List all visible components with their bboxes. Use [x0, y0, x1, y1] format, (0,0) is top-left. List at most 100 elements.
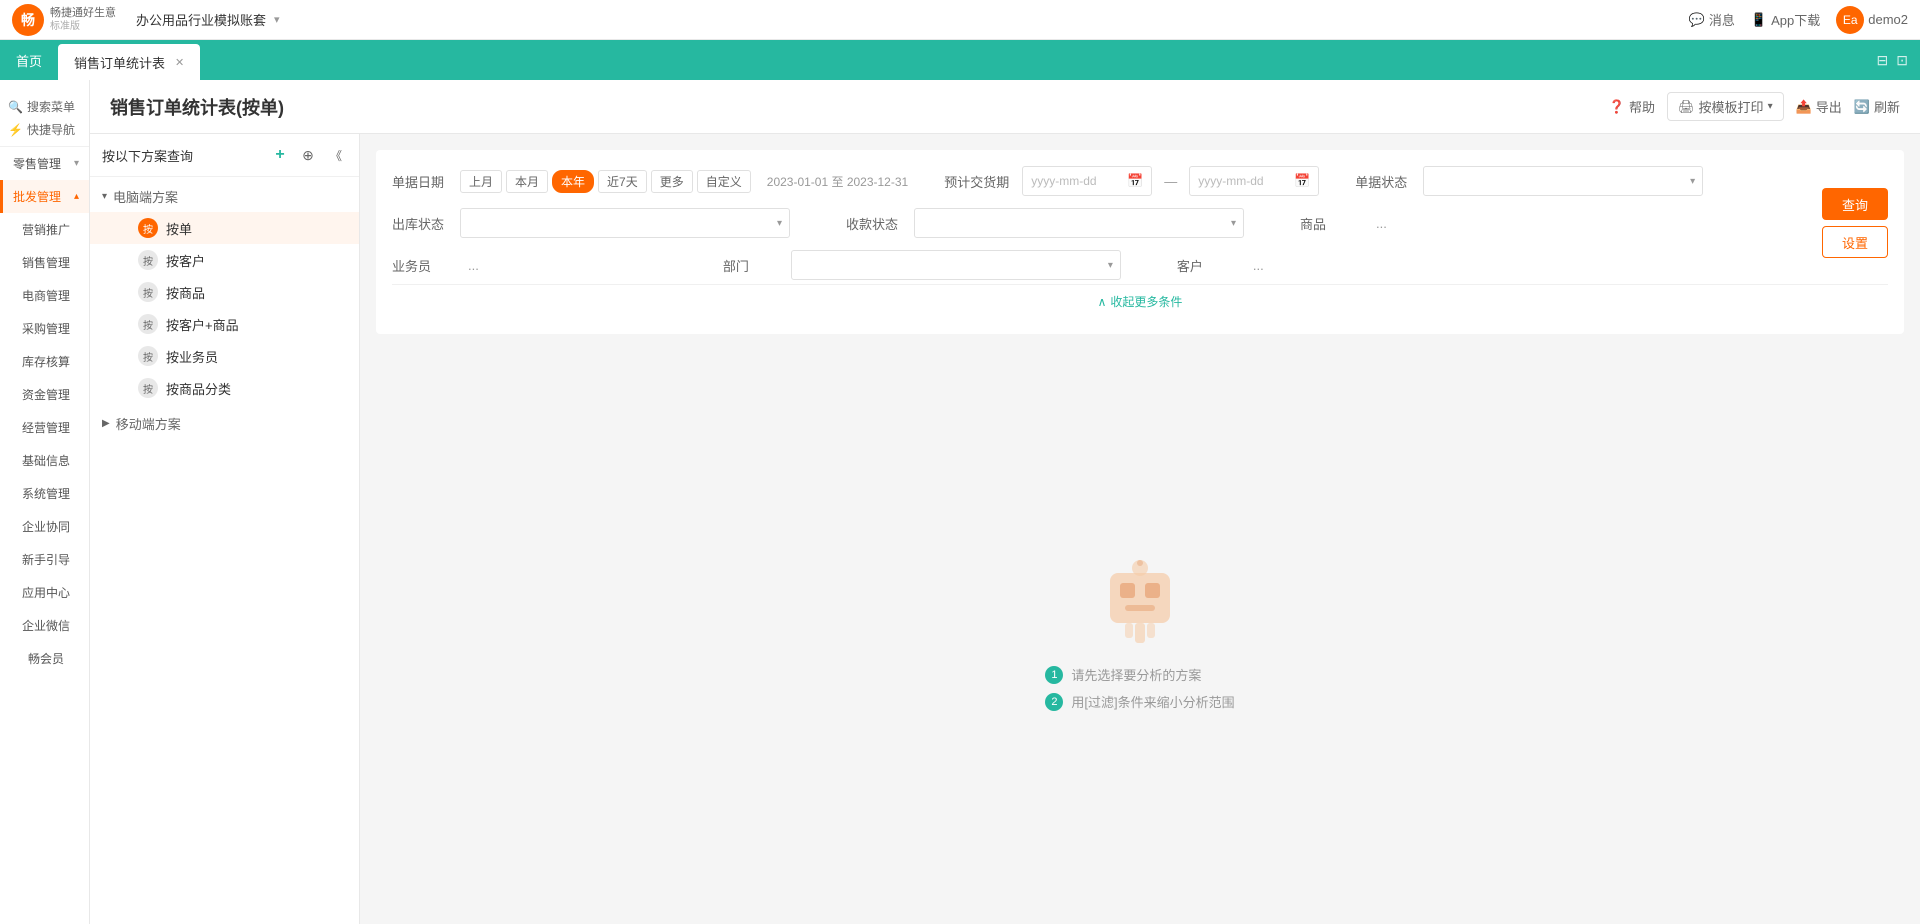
app-download-btn[interactable]: 📱 App下载: [1751, 10, 1820, 29]
right-panel: 单据日期 上月 本月 本年 近7天 更多 自定义: [360, 134, 1920, 924]
add-scheme-btn[interactable]: +: [269, 144, 291, 166]
this-year-btn[interactable]: 本年: [552, 170, 594, 193]
more-date-btn[interactable]: 更多: [651, 170, 693, 193]
help-btn[interactable]: ❓ 帮助: [1609, 97, 1655, 116]
expected-date-to[interactable]: yyyy-mm-dd 📅: [1189, 166, 1319, 196]
left-panel-btns: + ⊕ 《: [269, 144, 347, 166]
ship-status-select[interactable]: [460, 208, 790, 238]
expected-date-from[interactable]: yyyy-mm-dd 📅: [1022, 166, 1152, 196]
settings-btn[interactable]: 设置: [1822, 226, 1888, 258]
app-title-dropdown[interactable]: ▾: [274, 13, 280, 26]
tab-home[interactable]: 首页: [0, 40, 58, 80]
search-menu-btn[interactable]: 🔍 搜索菜单: [0, 92, 89, 119]
filter-fields: 单据日期 上月 本月 本年 近7天 更多 自定义: [392, 166, 1806, 280]
query-btn[interactable]: 查询: [1822, 188, 1888, 220]
refresh-icon: 🔄: [1854, 99, 1870, 115]
win-minimize-icon[interactable]: ⊟: [1877, 52, 1889, 69]
tree-node-by-salesperson[interactable]: 按 按业务员: [90, 340, 359, 372]
customer-ellipsis-btn[interactable]: ...: [1245, 256, 1272, 275]
date-buttons: 上月 本月 本年 近7天 更多 自定义: [460, 170, 751, 193]
salesperson-ellipsis-btn[interactable]: ...: [460, 256, 487, 275]
tree-node-by-goods[interactable]: 按 按商品: [90, 276, 359, 308]
tree-node-by-order[interactable]: 按 按单: [90, 212, 359, 244]
goods-ellipsis-btn[interactable]: ...: [1368, 214, 1395, 233]
desktop-section-label: 电脑端方案: [113, 187, 178, 206]
sidebar-item-sales[interactable]: 销售管理: [0, 246, 89, 279]
sidebar-item-wholesale[interactable]: 批发管理 ▴: [0, 180, 89, 213]
empty-tip-2: 2 用[过滤]条件来缩小分析范围: [1045, 692, 1234, 711]
print-icon: 🖨: [1678, 99, 1695, 115]
doc-status-select-wrap: ▾: [1423, 166, 1703, 196]
refresh-btn[interactable]: 🔄 刷新: [1854, 97, 1900, 116]
purchase-label: 采购管理: [22, 320, 70, 337]
collection-status-select[interactable]: [914, 208, 1244, 238]
export-btn[interactable]: 📤 导出: [1796, 97, 1842, 116]
this-month-btn[interactable]: 本月: [506, 170, 548, 193]
inventory-label: 库存核算: [22, 353, 70, 370]
sidebar-item-purchase[interactable]: 采购管理: [0, 312, 89, 345]
app-title: 办公用品行业模拟账套: [136, 10, 266, 29]
content-area: 销售订单统计表(按单) ❓ 帮助 🖨 按模板打印 ▾ 📤 导出 🔄 刷新: [90, 80, 1920, 924]
action-buttons: 查询 设置: [1822, 166, 1888, 280]
calendar-icon-to: 📅: [1294, 173, 1310, 189]
collection-status-label: 收款状态: [846, 214, 906, 233]
mobile-icon: 📱: [1751, 12, 1767, 28]
main-layout: 🔍 搜索菜单 ⚡ 快捷导航 零售管理 ▾ 批发管理 ▴ 营销推广 销售管理 电商…: [0, 80, 1920, 924]
doc-status-select[interactable]: [1423, 166, 1703, 196]
left-panel: 按以下方案查询 + ⊕ 《 ▾ 电脑端方案 按 按单: [90, 134, 360, 924]
expand-scheme-btn[interactable]: ⊕: [297, 144, 319, 166]
custom-date-btn[interactable]: 自定义: [697, 170, 751, 193]
message-btn[interactable]: 💬 消息: [1689, 10, 1735, 29]
sidebar-item-ecommerce[interactable]: 电商管理: [0, 279, 89, 312]
collapse-bar[interactable]: ∧ 收起更多条件: [392, 284, 1888, 318]
collapse-panel-btn[interactable]: 《: [325, 144, 347, 166]
sidebar-item-retail[interactable]: 零售管理 ▾: [0, 147, 89, 180]
tree-node-by-goods-category[interactable]: 按 按商品分类: [90, 372, 359, 404]
sidebar: 🔍 搜索菜单 ⚡ 快捷导航 零售管理 ▾ 批发管理 ▴ 营销推广 销售管理 电商…: [0, 80, 90, 924]
node-label-by-customer-goods: 按客户+商品: [166, 315, 239, 334]
sidebar-item-wechat[interactable]: 企业微信: [0, 609, 89, 642]
tree-section-header-desktop[interactable]: ▾ 电脑端方案: [90, 181, 359, 212]
node-label-by-goods-category: 按商品分类: [166, 379, 231, 398]
sidebar-item-basic[interactable]: 基础信息: [0, 444, 89, 477]
node-icon-by-customer: 按: [138, 250, 158, 270]
finance-label: 资金管理: [22, 386, 70, 403]
tree-section-header-mobile[interactable]: ▶ 移动端方案: [90, 408, 359, 439]
tip-num-2: 2: [1045, 693, 1063, 711]
department-select[interactable]: [791, 250, 1121, 280]
filter-department: 部门 ▾: [723, 250, 1121, 280]
wechat-label: 企业微信: [22, 617, 70, 634]
quick-nav-btn[interactable]: ⚡ 快捷导航: [0, 119, 89, 147]
marketing-label: 营销推广: [22, 221, 70, 238]
sales-label: 销售管理: [22, 254, 70, 271]
filter-content: 单据日期 上月 本月 本年 近7天 更多 自定义: [392, 166, 1888, 280]
date-separator: —: [1160, 174, 1181, 189]
prev-month-btn[interactable]: 上月: [460, 170, 502, 193]
sidebar-item-member[interactable]: 畅会员: [0, 642, 89, 675]
win-expand-icon[interactable]: ⊡: [1896, 52, 1908, 69]
tab-close-icon[interactable]: ✕: [175, 56, 184, 69]
help-icon: ❓: [1609, 99, 1625, 115]
ecommerce-label: 电商管理: [22, 287, 70, 304]
logo-text: 畅捷通好生意 标准版: [50, 6, 116, 33]
node-icon-by-goods: 按: [138, 282, 158, 302]
sidebar-item-system[interactable]: 系统管理: [0, 477, 89, 510]
tab-sales-order-stats[interactable]: 销售订单统计表 ✕: [58, 44, 200, 80]
sidebar-item-inventory[interactable]: 库存核算: [0, 345, 89, 378]
node-label-by-salesperson: 按业务员: [166, 347, 218, 366]
template-print-btn[interactable]: 🖨 按模板打印 ▾: [1667, 92, 1784, 121]
search-icon: 🔍: [8, 100, 23, 114]
filter-row-1: 单据日期 上月 本月 本年 近7天 更多 自定义: [392, 166, 1806, 196]
wholesale-label: 批发管理: [13, 188, 61, 205]
tree-node-by-customer[interactable]: 按 按客户: [90, 244, 359, 276]
sidebar-item-finance[interactable]: 资金管理: [0, 378, 89, 411]
sidebar-item-newbie[interactable]: 新手引导: [0, 543, 89, 576]
sidebar-item-operation[interactable]: 经营管理: [0, 411, 89, 444]
sidebar-item-enterprise[interactable]: 企业协同: [0, 510, 89, 543]
tree-node-by-customer-goods[interactable]: 按 按客户+商品: [90, 308, 359, 340]
topbar-right: 💬 消息 📱 App下载 Ea demo2: [1689, 6, 1908, 34]
last-7-days-btn[interactable]: 近7天: [598, 170, 647, 193]
sidebar-item-marketing[interactable]: 营销推广: [0, 213, 89, 246]
user-menu[interactable]: Ea demo2: [1836, 6, 1908, 34]
sidebar-item-apps[interactable]: 应用中心: [0, 576, 89, 609]
